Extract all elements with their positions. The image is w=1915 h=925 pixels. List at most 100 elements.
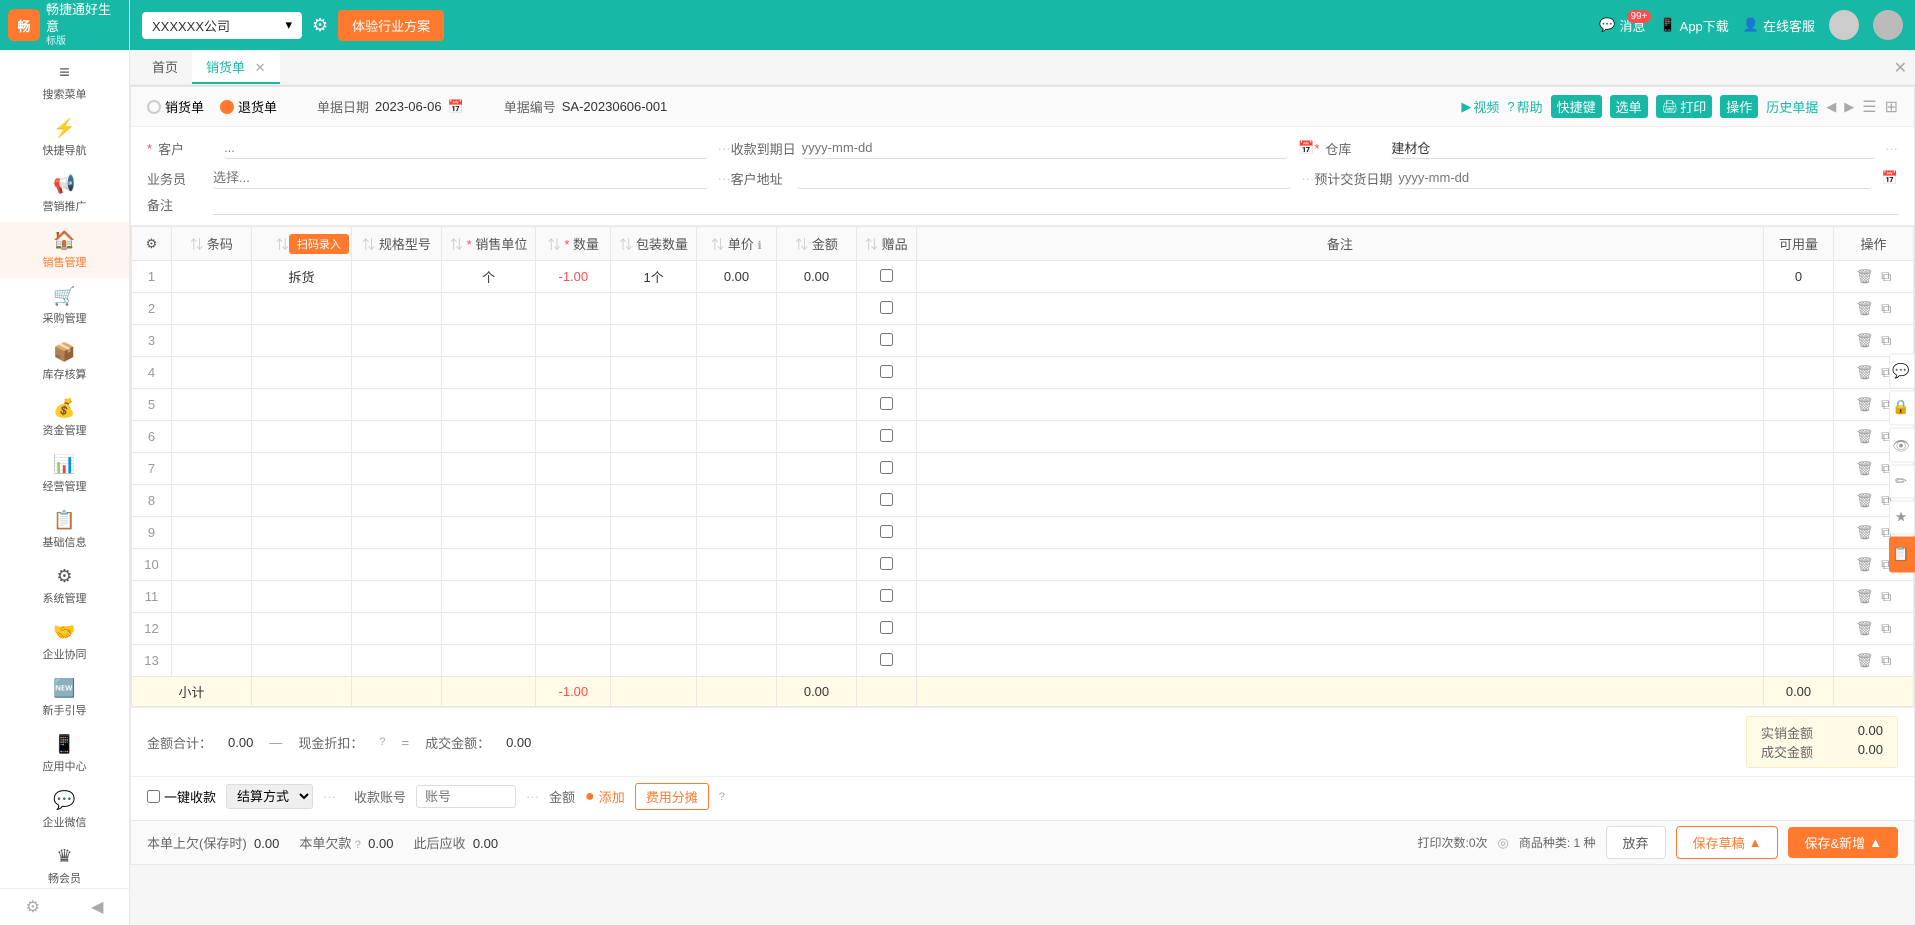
scan-button[interactable]: 扫码录入 — [289, 234, 349, 254]
cell-spec[interactable] — [352, 389, 442, 421]
cell-qty[interactable] — [536, 581, 611, 613]
sidebar-item-marketing[interactable]: 📢 营销推广 — [0, 166, 129, 222]
cell-barcode[interactable] — [172, 613, 252, 645]
cell-price[interactable] — [697, 485, 777, 517]
cell-amount[interactable] — [777, 389, 857, 421]
address-more-icon[interactable]: ··· — [1301, 171, 1314, 186]
cell-gift[interactable] — [857, 389, 917, 421]
sidebar-item-enterprise[interactable]: 🤝 企业协同 — [0, 614, 129, 670]
salesperson-more-icon[interactable]: ··· — [718, 171, 731, 186]
cell-spec[interactable] — [352, 549, 442, 581]
cell-spec[interactable] — [352, 421, 442, 453]
cell-amount[interactable]: 0.00 — [777, 261, 857, 293]
cell-spec[interactable] — [352, 261, 442, 293]
cell-product[interactable] — [252, 293, 352, 325]
cell-gift[interactable] — [857, 645, 917, 677]
sidebar-item-quick-nav[interactable]: ⚡ 快捷导航 — [0, 110, 129, 166]
sort-icon[interactable]: ⇅ — [548, 237, 561, 252]
float-chat-btn[interactable]: 💬 — [1889, 353, 1915, 388]
calendar-icon[interactable]: 📅 — [448, 99, 464, 115]
select-link[interactable]: 选单 — [1610, 95, 1648, 118]
cell-price[interactable] — [697, 389, 777, 421]
sort-icon[interactable]: ⇅ — [795, 237, 808, 252]
cell-unit[interactable] — [442, 485, 536, 517]
delete-row-button[interactable]: 🗑 — [1854, 266, 1876, 287]
cell-product[interactable]: 拆货 — [252, 261, 352, 293]
cell-barcode[interactable] — [172, 389, 252, 421]
cell-remark[interactable] — [916, 261, 1763, 293]
topbar-gear-icon[interactable]: ⚙ — [312, 15, 328, 36]
user-avatar[interactable] — [1829, 10, 1859, 40]
gift-checkbox[interactable] — [880, 333, 893, 346]
cell-pkg[interactable] — [611, 357, 697, 389]
view-list-icon[interactable]: ☰ — [1862, 97, 1876, 117]
cell-remark[interactable] — [916, 325, 1763, 357]
cell-amount[interactable] — [777, 645, 857, 677]
settle-method-more-icon[interactable]: ··· — [323, 789, 336, 804]
cell-unit[interactable] — [442, 357, 536, 389]
cell-pkg[interactable] — [611, 517, 697, 549]
delete-row-button[interactable]: 🗑 — [1854, 618, 1876, 639]
cell-unit[interactable] — [442, 453, 536, 485]
cell-product[interactable] — [252, 613, 352, 645]
nav-next-icon[interactable]: ▶ — [1844, 99, 1854, 115]
copy-row-button[interactable]: ⧉ — [1879, 266, 1893, 287]
cell-gift[interactable] — [857, 581, 917, 613]
online-support-button[interactable]: 👤 在线客服 — [1743, 16, 1815, 35]
sidebar-item-basic-info[interactable]: 📋 基础信息 — [0, 502, 129, 558]
cell-amount[interactable] — [777, 549, 857, 581]
price-info-icon[interactable]: ℹ — [758, 240, 762, 252]
cell-amount[interactable] — [777, 485, 857, 517]
history-link[interactable]: 历史单据 — [1766, 97, 1818, 116]
cell-unit[interactable] — [442, 613, 536, 645]
delete-row-button[interactable]: 🗑 — [1854, 490, 1876, 511]
cell-price[interactable] — [697, 293, 777, 325]
cell-pkg[interactable] — [611, 421, 697, 453]
cell-pkg[interactable] — [611, 453, 697, 485]
gift-checkbox[interactable] — [880, 301, 893, 314]
cell-product[interactable] — [252, 389, 352, 421]
shortcut-link[interactable]: 快捷键 — [1551, 95, 1602, 118]
salesperson-input[interactable] — [213, 167, 708, 189]
sidebar-item-inventory[interactable]: 📦 库存核算 — [0, 334, 129, 390]
gift-checkbox[interactable] — [880, 429, 893, 442]
cell-qty[interactable] — [536, 549, 611, 581]
cell-remark[interactable] — [916, 517, 1763, 549]
cell-gift[interactable] — [857, 325, 917, 357]
cell-barcode[interactable] — [172, 453, 252, 485]
sidebar-item-vip[interactable]: ♛ 畅会员 — [0, 838, 129, 888]
cell-gift[interactable] — [857, 453, 917, 485]
account-input[interactable] — [416, 785, 516, 808]
delete-row-button[interactable]: 🗑 — [1854, 362, 1876, 383]
float-action-btn[interactable]: 📋 — [1889, 537, 1915, 572]
cell-pkg[interactable] — [611, 581, 697, 613]
calendar-due-icon[interactable]: 📅 — [1298, 140, 1314, 156]
save-new-button[interactable]: 保存&新增 ▲ — [1788, 827, 1898, 858]
cell-product[interactable] — [252, 581, 352, 613]
sort-icon[interactable]: ⇅ — [362, 237, 375, 252]
cell-product[interactable] — [252, 517, 352, 549]
warehouse-more-icon[interactable]: ··· — [1885, 141, 1898, 156]
delivery-date-input[interactable] — [1398, 167, 1871, 189]
cell-pkg[interactable]: 1个 — [611, 261, 697, 293]
cell-price[interactable] — [697, 325, 777, 357]
float-lock-btn[interactable]: 🔒 — [1889, 390, 1915, 425]
th-gear[interactable]: ⚙ — [132, 227, 172, 261]
cell-pkg[interactable] — [611, 325, 697, 357]
delete-row-button[interactable]: 🗑 — [1854, 394, 1876, 415]
close-all-icon[interactable]: ✕ — [1894, 58, 1907, 78]
delete-row-button[interactable]: 🗑 — [1854, 458, 1876, 479]
cell-spec[interactable] — [352, 293, 442, 325]
cell-unit[interactable] — [442, 389, 536, 421]
gift-checkbox[interactable] — [880, 525, 893, 538]
cell-product[interactable] — [252, 549, 352, 581]
cell-pkg[interactable] — [611, 549, 697, 581]
cell-pkg[interactable] — [611, 613, 697, 645]
cell-barcode[interactable] — [172, 517, 252, 549]
gift-checkbox[interactable] — [880, 653, 893, 666]
cell-gift[interactable] — [857, 517, 917, 549]
cell-spec[interactable] — [352, 325, 442, 357]
remark-input[interactable] — [213, 193, 1898, 215]
gift-checkbox[interactable] — [880, 621, 893, 634]
sort-icon[interactable]: ⇅ — [865, 237, 878, 252]
